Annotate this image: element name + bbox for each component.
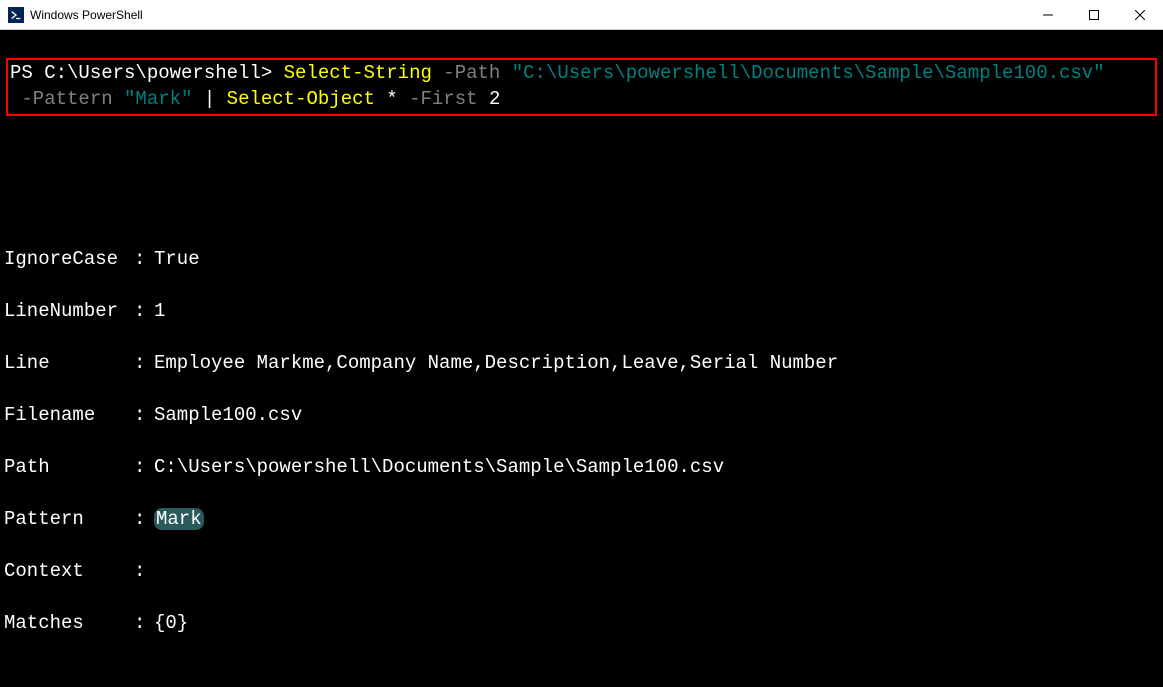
pattern-value: "Mark" <box>124 88 192 110</box>
output-row: Matches:{0} <box>4 610 1159 636</box>
path-arg: -Path <box>432 62 512 84</box>
value-context <box>154 558 1159 584</box>
prompt: PS C:\Users\powershell> <box>10 62 284 84</box>
label-path: Path <box>4 454 134 480</box>
minimize-button[interactable] <box>1025 0 1071 30</box>
pattern-match-highlight: Mark <box>154 508 204 530</box>
label-pattern: Pattern <box>4 506 134 532</box>
terminal-body[interactable]: PS C:\Users\powershell> Select-String -P… <box>0 30 1163 687</box>
close-button[interactable] <box>1117 0 1163 30</box>
blank <box>4 142 1159 168</box>
first-value: 2 <box>489 88 500 110</box>
value-matches: {0} <box>154 610 1159 636</box>
select-string-cmd: Select-String <box>284 62 432 84</box>
command-highlight-box: PS C:\Users\powershell> Select-String -P… <box>6 58 1157 116</box>
value-ignorecase: True <box>154 246 1159 272</box>
star: * <box>375 88 409 110</box>
value-linenumber: 1 <box>154 298 1159 324</box>
maximize-button[interactable] <box>1071 0 1117 30</box>
output-row: Pattern:Mark <box>4 506 1159 532</box>
pattern-arg: -Pattern <box>10 88 124 110</box>
titlebar-left: Windows PowerShell <box>8 7 143 23</box>
output-row: Context: <box>4 558 1159 584</box>
window-controls <box>1025 0 1163 30</box>
powershell-icon <box>8 7 24 23</box>
label-linenumber: LineNumber <box>4 298 134 324</box>
label-filename: Filename <box>4 402 134 428</box>
select-object-cmd: Select-Object <box>227 88 375 110</box>
output-row: IgnoreCase:True <box>4 246 1159 272</box>
value-path: C:\Users\powershell\Documents\Sample\Sam… <box>154 454 1159 480</box>
label-context: Context <box>4 558 134 584</box>
blank <box>4 662 1159 687</box>
first-arg: -First <box>409 88 489 110</box>
output-row: Filename:Sample100.csv <box>4 402 1159 428</box>
output-row: Path:C:\Users\powershell\Documents\Sampl… <box>4 454 1159 480</box>
value-pattern: Mark <box>154 506 1159 532</box>
titlebar: Windows PowerShell <box>0 0 1163 30</box>
label-matches: Matches <box>4 610 134 636</box>
output-row: LineNumber:1 <box>4 298 1159 324</box>
blank <box>4 194 1159 220</box>
value-line: Employee Markme,Company Name,Description… <box>154 350 1159 376</box>
label-line: Line <box>4 350 134 376</box>
value-filename: Sample100.csv <box>154 402 1159 428</box>
output-row: Line:Employee Markme,Company Name,Descri… <box>4 350 1159 376</box>
window-title: Windows PowerShell <box>30 8 143 22</box>
pipe: | <box>192 88 226 110</box>
path-value: "C:\Users\powershell\Documents\Sample\Sa… <box>512 62 1105 84</box>
label-ignorecase: IgnoreCase <box>4 246 134 272</box>
